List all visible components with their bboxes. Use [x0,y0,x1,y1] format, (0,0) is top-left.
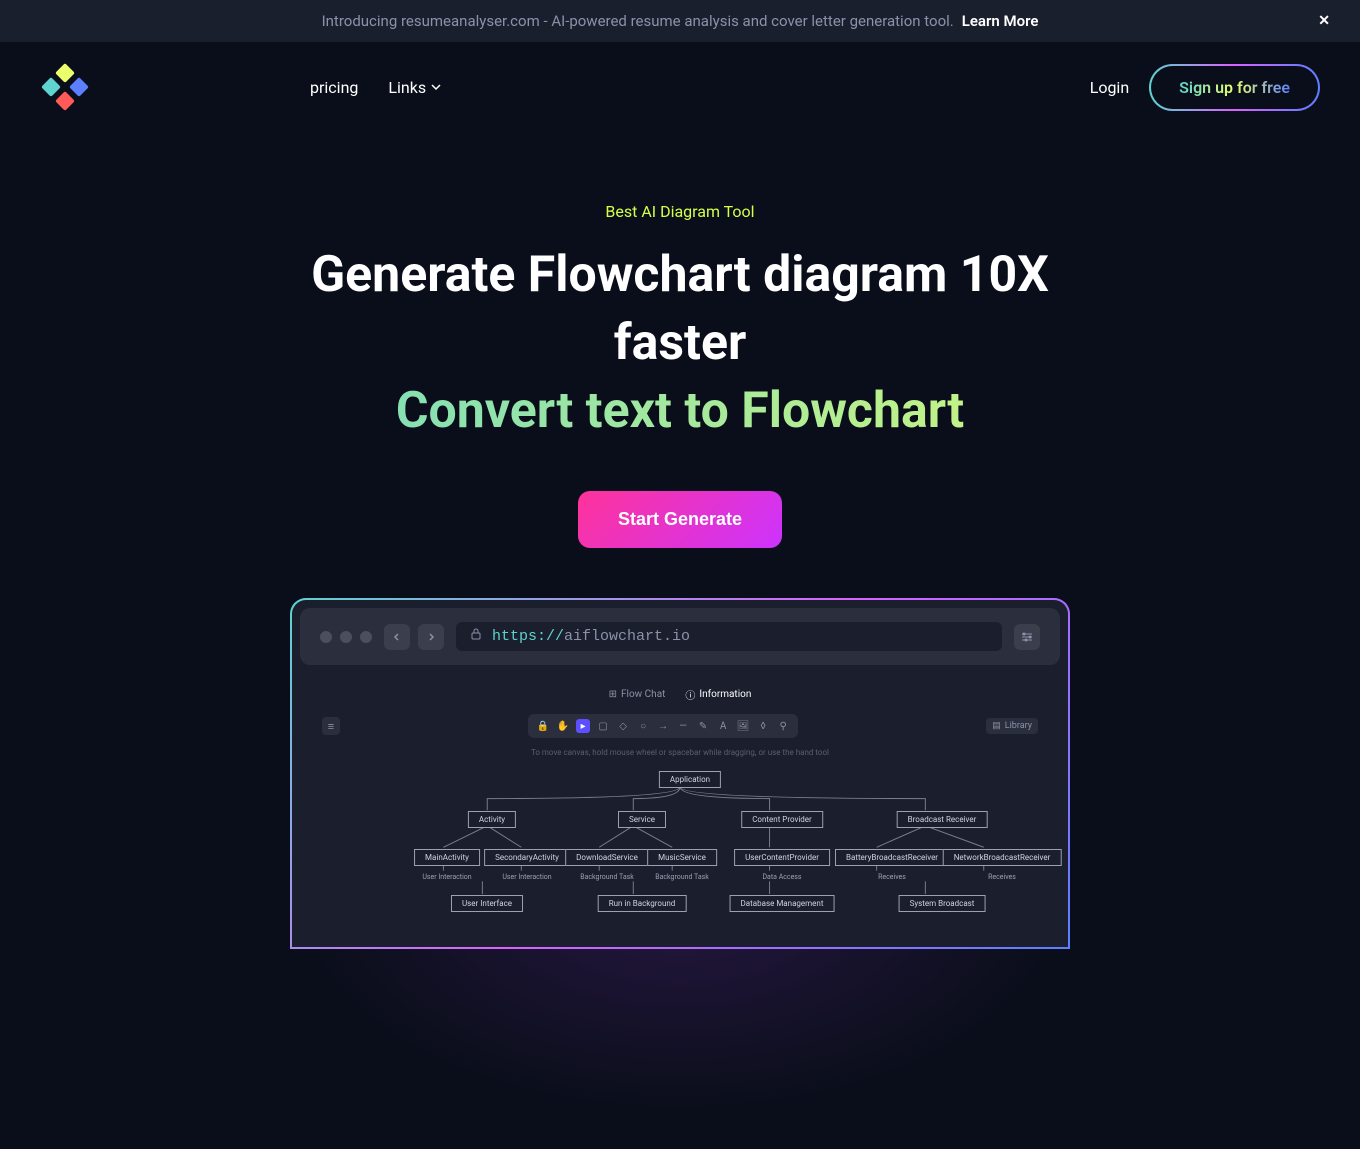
node-secondary-activity[interactable]: SecondaryActivity [484,849,570,866]
flowchart-canvas[interactable]: Application Activity Service Content Pro… [312,767,1048,947]
signup-button[interactable]: Sign up for free [1149,64,1320,111]
app-toolbar: ≡ 🔒 ✋ ▸ ▢ ◇ ○ → — ✎ A 🖼 ◊ ⚲ [312,708,1048,744]
node-system-broadcast[interactable]: System Broadcast [899,895,986,912]
pointer-tool-icon[interactable]: ▸ [576,719,590,733]
forward-button[interactable] [418,624,444,650]
chevron-left-icon [392,632,402,642]
learn-more-link[interactable]: Learn More [962,12,1039,30]
tab-information[interactable]: ⓘ Information [685,687,751,702]
node-broadcast-receiver[interactable]: Broadcast Receiver [897,811,988,828]
canvas-hint: To move canvas, hold mouse wheel or spac… [312,744,1048,767]
chevron-right-icon [426,632,436,642]
nav-pricing[interactable]: pricing [310,78,358,97]
diamond-tool-icon[interactable]: ◇ [616,719,630,733]
nav-arrows [384,624,444,650]
label-background-task-2: Background Task [655,873,709,881]
text-tool-icon[interactable]: A [716,719,730,733]
tab-information-label: Information [699,689,751,700]
node-run-background[interactable]: Run in Background [598,895,687,912]
nav-links-label: Links [388,78,426,97]
lock-icon [470,628,482,645]
browser-chrome: https://aiflowchart.io [300,608,1060,665]
library-button[interactable]: ▤ Library [986,718,1038,734]
label-receives-2: Receives [988,873,1016,881]
app-tabs: ⊞ Flow Chat ⓘ Information [312,681,1048,708]
info-icon: ⓘ [685,687,695,702]
rectangle-tool-icon[interactable]: ▢ [596,719,610,733]
login-link[interactable]: Login [1090,78,1129,97]
more-tool-icon[interactable]: ⚲ [776,719,790,733]
label-data-access: Data Access [762,873,801,881]
announcement-banner: Introducing resumeanalyser.com - AI-powe… [0,0,1360,42]
announcement-text: Introducing resumeanalyser.com - AI-powe… [322,12,954,30]
node-content-provider[interactable]: Content Provider [741,811,823,828]
logo[interactable] [40,62,90,112]
tool-palette: 🔒 ✋ ▸ ▢ ◇ ○ → — ✎ A 🖼 ◊ ⚲ [528,714,798,738]
menu-button[interactable]: ≡ [322,717,340,735]
traffic-light-yellow [340,631,352,643]
node-battery-broadcast[interactable]: BatteryBroadcastReceiver [835,849,949,866]
eraser-tool-icon[interactable]: ◊ [756,719,770,733]
browser-mockup: https://aiflowchart.io ⊞ Flow Chat ⓘ [290,598,1070,949]
close-icon[interactable]: ✕ [1318,13,1330,29]
circle-tool-icon[interactable]: ○ [636,719,650,733]
headline-line2: faster [0,313,1360,373]
node-database-mgmt[interactable]: Database Management [730,895,835,912]
label-background-task-1: Background Task [580,873,634,881]
nav-links-dropdown[interactable]: Links [388,78,442,97]
navbar: pricing Links Login Sign up for free [0,42,1360,132]
label-user-interaction-1: User Interaction [422,873,471,881]
app-content: ⊞ Flow Chat ⓘ Information ≡ 🔒 ✋ ▸ ▢ [300,673,1060,947]
hamburger-icon: ≡ [328,720,334,733]
url-bar[interactable]: https://aiflowchart.io [456,622,1002,651]
traffic-light-red [320,631,332,643]
headline-line1: Generate Flowchart diagram 10X [0,245,1360,305]
traffic-light-green [360,631,372,643]
hero: Best AI Diagram Tool Generate Flowchart … [0,132,1360,949]
pencil-tool-icon[interactable]: ✎ [696,719,710,733]
start-generate-button[interactable]: Start Generate [578,491,782,548]
signup-button-label: Sign up for free [1179,78,1290,97]
node-user-content-provider[interactable]: UserContentProvider [734,849,830,866]
subheadline: Convert text to Flowchart [0,381,1360,441]
image-tool-icon[interactable]: 🖼 [736,719,750,733]
lock-tool-icon[interactable]: 🔒 [536,719,550,733]
sliders-icon [1020,630,1034,644]
hierarchy-icon: ⊞ [609,689,617,700]
node-user-interface[interactable]: User Interface [451,895,523,912]
library-icon: ▤ [992,721,1001,731]
chevron-down-icon [430,81,442,93]
tab-flowchat[interactable]: ⊞ Flow Chat [609,687,666,702]
node-main-activity[interactable]: MainActivity [414,849,480,866]
eyebrow-text: Best AI Diagram Tool [0,202,1360,221]
node-activity[interactable]: Activity [468,811,516,828]
node-music-service[interactable]: MusicService [647,849,717,866]
url-domain: aiflowchart.io [564,628,690,645]
nav-right: Login Sign up for free [1090,64,1320,111]
node-root[interactable]: Application [659,771,721,788]
hand-tool-icon[interactable]: ✋ [556,719,570,733]
node-service[interactable]: Service [618,811,666,828]
nav-links: pricing Links [310,78,442,97]
node-download-service[interactable]: DownloadService [565,849,649,866]
url-protocol: https:// [492,628,564,645]
node-network-broadcast[interactable]: NetworkBroadcastReceiver [943,849,1062,866]
arrow-tool-icon[interactable]: → [656,719,670,733]
traffic-lights [320,631,372,643]
browser-settings-button[interactable] [1014,624,1040,650]
label-user-interaction-2: User Interaction [502,873,551,881]
tab-flowchat-label: Flow Chat [621,689,665,700]
library-label: Library [1005,721,1032,731]
line-tool-icon[interactable]: — [676,719,690,733]
back-button[interactable] [384,624,410,650]
label-receives-1: Receives [878,873,906,881]
